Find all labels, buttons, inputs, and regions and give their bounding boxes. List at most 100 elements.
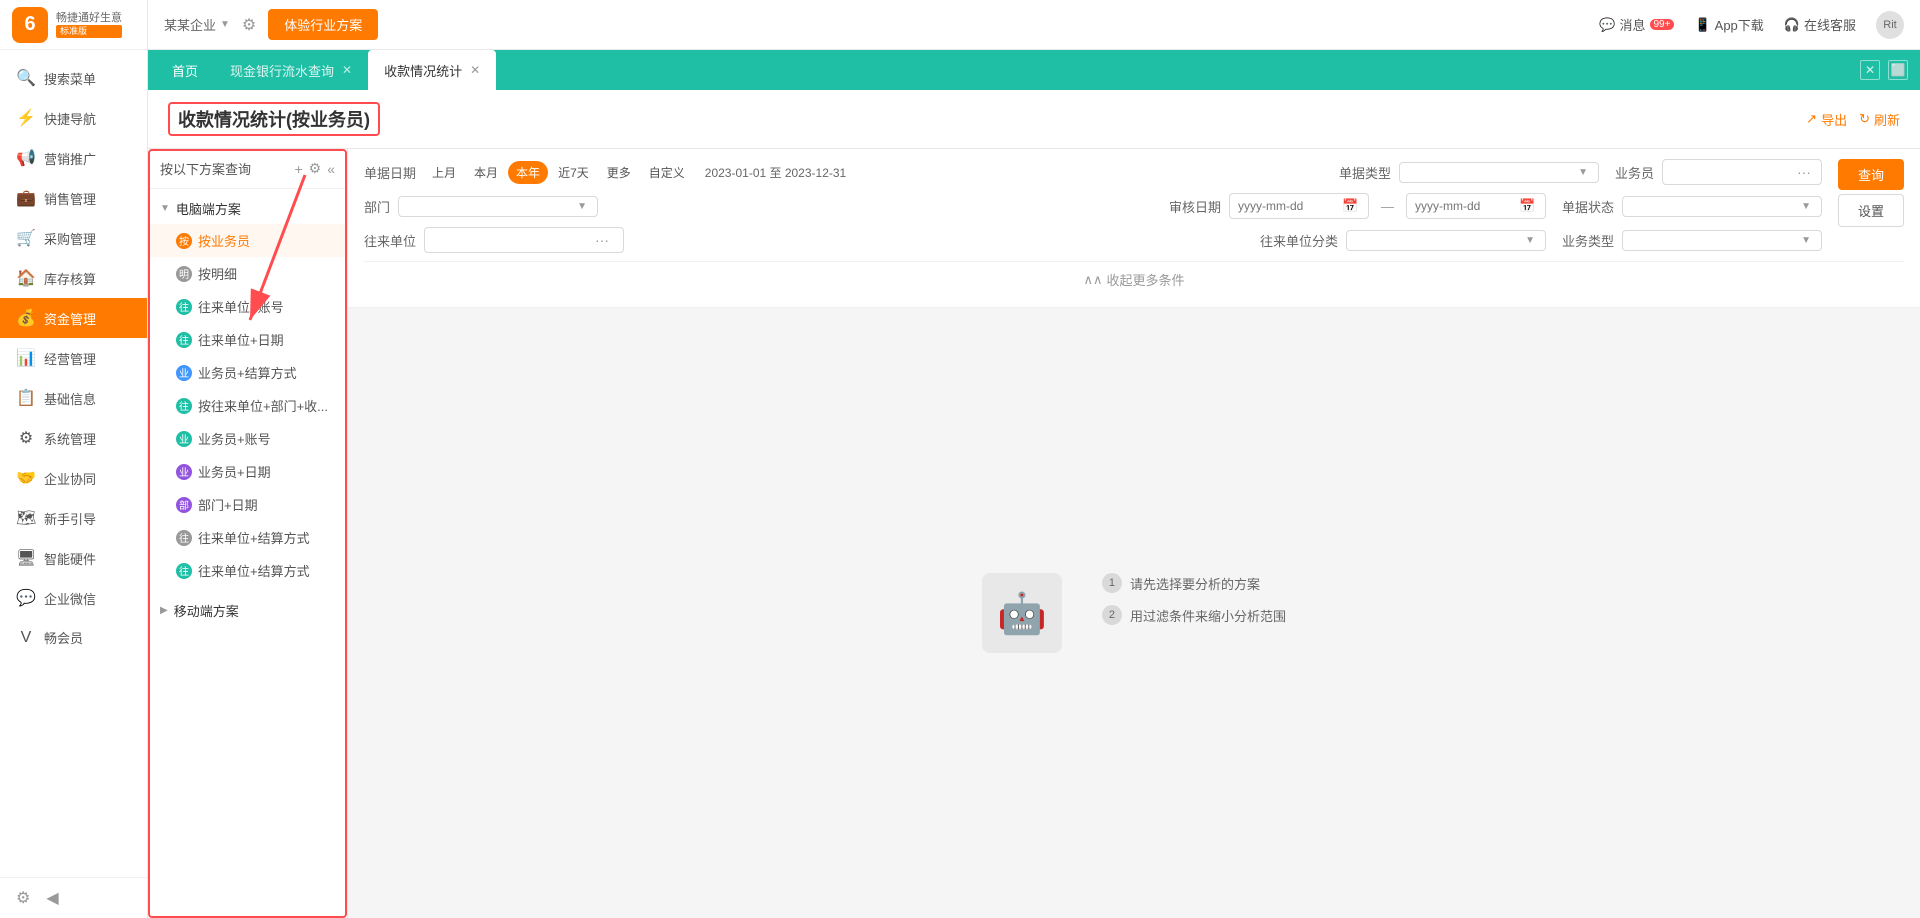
app-download-action[interactable]: 📱 App下载 xyxy=(1694,15,1763,34)
sidebar-item-wechat[interactable]: 💬企业微信 xyxy=(0,578,147,618)
collapse-bar[interactable]: ∧∧ 收起更多条件 xyxy=(364,261,1904,297)
gear-icon[interactable]: ⚙ xyxy=(242,15,256,35)
sidebar-label-guide: 新手引导 xyxy=(44,509,96,528)
hint-num-2: 2 xyxy=(1102,605,1122,625)
message-icon: 💬 xyxy=(1599,17,1615,33)
sidebar-item-search[interactable]: 🔍搜索菜单 xyxy=(0,58,147,98)
workspace-selector[interactable]: 某某企业 ▼ xyxy=(164,15,230,34)
date-tab-上月[interactable]: 上月 xyxy=(424,161,464,184)
main-area: 某某企业 ▼ ⚙ 体验行业方案 💬 消息 99+ 📱 App下载 🎧 在线客服 … xyxy=(148,0,1920,918)
date-dash: — xyxy=(1381,199,1394,214)
status-select[interactable]: ▼ xyxy=(1622,196,1822,217)
wechat-icon: 💬 xyxy=(16,588,36,608)
scheme-item-icon: 往 xyxy=(176,398,192,414)
tab-bank[interactable]: 现金银行流水查询 ✕ xyxy=(214,50,368,90)
refresh-button[interactable]: ↻ 刷新 xyxy=(1859,110,1900,129)
audit-date-end[interactable]: 📅 xyxy=(1406,193,1546,219)
sidebar-item-finance[interactable]: 💰资金管理 xyxy=(0,298,147,338)
sidebar-item-quicknav[interactable]: ⚡快捷导航 xyxy=(0,98,147,138)
sidebar-item-marketing[interactable]: 📢营销推广 xyxy=(0,138,147,178)
partner-field: 往来单位 ··· xyxy=(364,227,624,253)
biz-type-select[interactable]: ▼ xyxy=(1622,230,1822,251)
group-arrow-icon: ▶ xyxy=(160,605,168,616)
scheme-list-item[interactable]: 往按往来单位+部门+收... xyxy=(148,389,347,422)
scheme-add-icon[interactable]: + xyxy=(294,161,302,177)
scheme-collapse-icon[interactable]: « xyxy=(327,161,335,177)
dept-select[interactable]: ▼ xyxy=(398,196,598,217)
data-area: 🤖 1 请先选择要分析的方案 2 用过滤条件来缩小分析范围 xyxy=(348,308,1920,918)
scheme-item-icon: 业 xyxy=(176,431,192,447)
trial-button[interactable]: 体验行业方案 xyxy=(268,9,378,40)
sidebar-item-system[interactable]: ⚙系统管理 xyxy=(0,418,147,458)
scheme-list-item[interactable]: 业业务员+结算方式 xyxy=(148,356,347,389)
settings-bottom-icon[interactable]: ⚙ xyxy=(16,888,30,908)
collapse-sidebar-icon[interactable]: ◀‍‍ xyxy=(46,888,58,908)
scheme-list-item[interactable]: 部部门+日期 xyxy=(148,488,347,521)
audit-date-start-input[interactable] xyxy=(1238,199,1338,213)
user-avatar[interactable]: Rit xyxy=(1876,11,1904,39)
hint-text-2: 用过滤条件来缩小分析范围 xyxy=(1130,606,1286,625)
scheme-group-title[interactable]: ▼电脑端方案 xyxy=(148,193,347,224)
sidebar-item-inventory[interactable]: 🏠库存核算 xyxy=(0,258,147,298)
export-button[interactable]: ↗ 导出 xyxy=(1806,110,1847,129)
sidebar-item-hardware[interactable]: 🖥智能硬件 xyxy=(0,538,147,578)
salesman-select[interactable]: ··· xyxy=(1662,159,1822,185)
tab-home[interactable]: 首页 xyxy=(156,50,214,90)
sidebar-item-collab[interactable]: 🤝企业协同 xyxy=(0,458,147,498)
empty-hints: 1 请先选择要分析的方案 2 用过滤条件来缩小分析范围 xyxy=(1102,573,1286,625)
page-header: 收款情况统计(按业务员) ↗ 导出 ↻ 刷新 xyxy=(148,90,1920,149)
scheme-list-item[interactable]: 往往来单位+日期 xyxy=(148,323,347,356)
workspace-chevron-icon: ▼ xyxy=(220,19,230,30)
partner-more-icon[interactable]: ··· xyxy=(595,232,609,248)
biz-type-chevron-icon: ▼ xyxy=(1801,235,1811,246)
scheme-list-item[interactable]: 业业务员+日期 xyxy=(148,455,347,488)
scheme-group-title[interactable]: ▶移动端方案 xyxy=(148,595,347,626)
query-button[interactable]: 查询 xyxy=(1838,159,1904,190)
scheme-list: ▼电脑端方案按按业务员明按明细往往来单位+账号往往来单位+日期业业务员+结算方式… xyxy=(148,189,347,630)
date-range: 2023-01-01 至 2023-12-31 xyxy=(705,164,846,181)
sidebar-item-sales[interactable]: 💼销售管理 xyxy=(0,178,147,218)
online-service-action[interactable]: 🎧 在线客服 xyxy=(1784,15,1856,34)
calendar-end-icon: 📅 xyxy=(1519,198,1535,214)
salesman-more-icon[interactable]: ··· xyxy=(1797,164,1811,180)
action-buttons: 查询 设置 xyxy=(1838,159,1904,227)
sidebar-label-quicknav: 快捷导航 xyxy=(44,109,96,128)
finance-icon: 💰 xyxy=(16,308,36,328)
scheme-list-item[interactable]: 业业务员+账号 xyxy=(148,422,347,455)
date-tab-自定义[interactable]: 自定义 xyxy=(641,161,693,184)
scheme-list-item[interactable]: 往往来单位+结算方式 xyxy=(148,521,347,554)
sidebar-item-operation[interactable]: 📊经营管理 xyxy=(0,338,147,378)
date-tab-本月[interactable]: 本月 xyxy=(466,161,506,184)
window-maximize-btn[interactable]: ⬜ xyxy=(1888,60,1908,80)
scheme-list-item[interactable]: 明按明细 xyxy=(148,257,347,290)
status-label: 单据状态 xyxy=(1562,197,1614,216)
scheme-settings-icon[interactable]: ⚙ xyxy=(309,160,322,177)
scheme-list-item[interactable]: 往往来单位+账号 xyxy=(148,290,347,323)
date-tab-更多[interactable]: 更多 xyxy=(599,161,639,184)
refresh-icon: ↻ xyxy=(1859,111,1870,127)
sidebar-item-basic[interactable]: 📋基础信息 xyxy=(0,378,147,418)
window-close-btn[interactable]: ✕ xyxy=(1860,60,1880,80)
scheme-item-label: 按明细 xyxy=(198,264,237,283)
date-tab-本年[interactable]: 本年 xyxy=(508,161,548,184)
type-chevron-icon: ▼ xyxy=(1578,167,1588,178)
date-tab-近7天[interactable]: 近7天 xyxy=(550,161,597,184)
sidebar-item-guide[interactable]: 🗺新手引导 xyxy=(0,498,147,538)
tab-receipt-close-icon[interactable]: ✕ xyxy=(470,63,480,77)
tab-receipt[interactable]: 收款情况统计 ✕ xyxy=(368,50,496,90)
message-action[interactable]: 💬 消息 99+ xyxy=(1599,15,1674,34)
sidebar-item-purchase[interactable]: 🛒采购管理 xyxy=(0,218,147,258)
scheme-item-icon: 往 xyxy=(176,332,192,348)
audit-date-end-input[interactable] xyxy=(1415,199,1515,213)
sidebar-item-member[interactable]: V畅会员 xyxy=(0,618,147,657)
audit-date-start[interactable]: 📅 xyxy=(1229,193,1369,219)
scheme-list-item[interactable]: 按按业务员 xyxy=(148,224,347,257)
tab-bank-close-icon[interactable]: ✕ xyxy=(342,63,352,77)
scheme-item-label: 往来单位+日期 xyxy=(198,330,284,349)
partner-select[interactable]: ··· xyxy=(424,227,624,253)
scheme-list-item[interactable]: 往往来单位+结算方式 xyxy=(148,554,347,587)
type-select[interactable]: ▼ xyxy=(1399,162,1599,183)
settings-button[interactable]: 设置 xyxy=(1838,194,1904,227)
tab-bar: 首页 现金银行流水查询 ✕ 收款情况统计 ✕ ✕ ⬜ xyxy=(148,50,1920,90)
partner-classify-select[interactable]: ▼ xyxy=(1346,230,1546,251)
